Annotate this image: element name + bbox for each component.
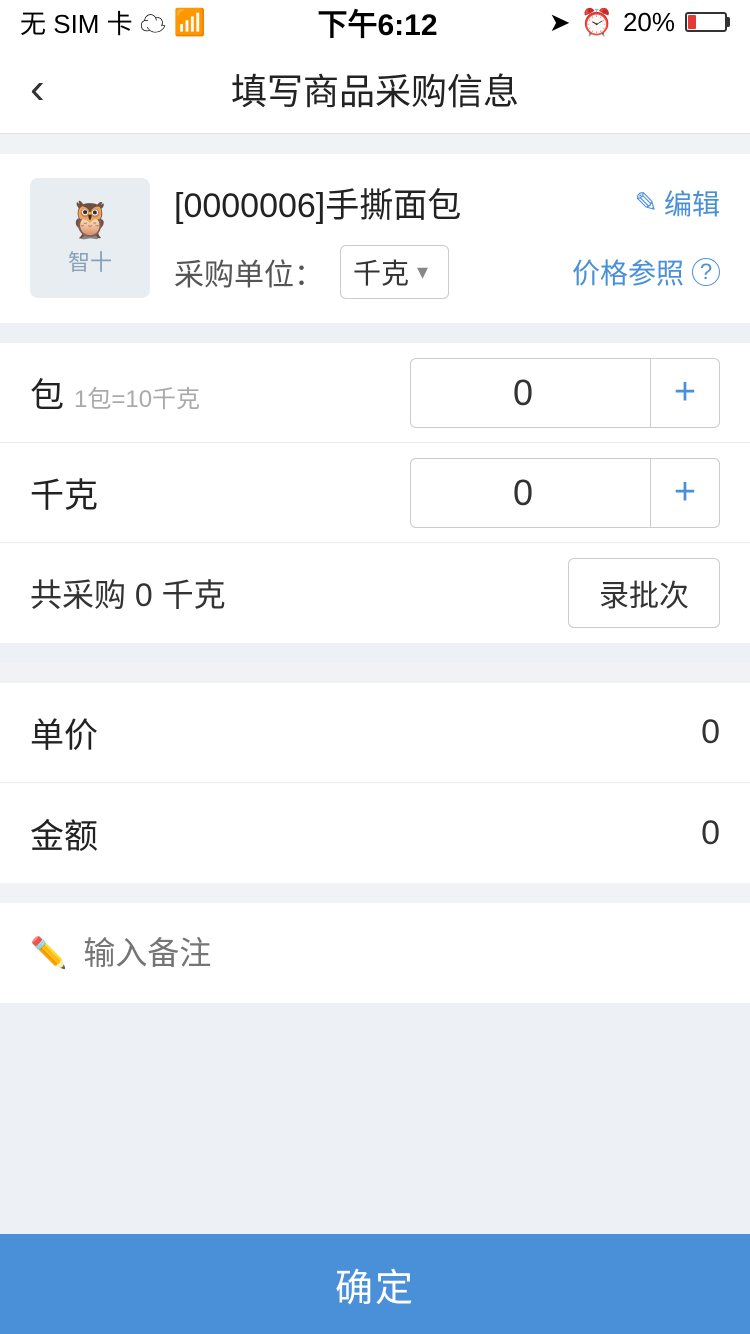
remark-input[interactable] [83,935,720,972]
price-ref-label: 价格参照 [572,252,684,292]
battery-icon [685,12,730,32]
page-title: 填写商品采购信息 [231,63,519,115]
amount-label: 金额 [30,809,98,858]
status-right: ➤ ⏰ 20% [549,7,730,38]
bag-input-right: + [410,358,720,428]
section-divider-2 [0,643,750,663]
unit-price-value: 0 [701,713,720,752]
product-info: [0000006]手撕面包 ✎ 编辑 采购单位： 千克 ▾ 价格参照 ? [174,178,720,299]
kg-quantity-input[interactable] [410,458,650,528]
unit-price-row: 单价 0 [0,683,750,783]
price-ref-button[interactable]: 价格参照 ? [572,252,720,292]
nav-bar: ‹ 填写商品采购信息 [0,44,750,134]
bag-input-row: 包 1包=10千克 + [0,343,750,443]
kg-plus-button[interactable]: + [650,458,720,528]
record-batch-button[interactable]: 录批次 [568,558,720,628]
status-bar: 无 SIM 卡 ☁ 📶 下午6:12 ➤ ⏰ 20% [0,0,750,44]
sim-status: 无 SIM 卡 ☁ [20,4,166,41]
status-left: 无 SIM 卡 ☁ 📶 [20,4,206,41]
edit-label: 编辑 [664,183,720,223]
purchase-unit-label: 采购单位： [174,250,324,294]
confirm-button[interactable]: 确定 [0,1234,750,1334]
bag-label-group: 包 1包=10千克 [30,368,200,417]
edit-icon: ✎ [635,186,658,219]
bag-quantity-input[interactable] [410,358,650,428]
summary-section: 共采购 0 千克 录批次 [0,543,750,643]
kg-label-group: 千克 [30,468,98,517]
back-button[interactable]: ‹ [30,64,65,114]
bag-plus-button[interactable]: + [650,358,720,428]
product-logo-icon: 🦉 [68,199,113,241]
info-icon: ? [692,258,720,286]
kg-input-right: + [410,458,720,528]
section-divider-1 [0,323,750,343]
product-logo-text: 智十 [68,245,112,277]
product-image: 🦉 智十 [30,178,150,298]
input-section: 包 1包=10千克 + 千克 + [0,343,750,543]
unit-price-label: 单价 [30,708,98,757]
chevron-down-icon: ▾ [417,259,428,285]
product-name-row: [0000006]手撕面包 ✎ 编辑 [174,178,720,227]
summary-text: 共采购 0 千克 [30,570,226,616]
purchase-unit-row: 采购单位： 千克 ▾ 价格参照 ? [174,245,720,299]
bag-sublabel: 1包=10千克 [74,379,200,414]
bag-plus-icon: + [674,371,696,414]
kg-plus-icon: + [674,471,696,514]
kg-label: 千克 [30,468,98,517]
alarm-icon: ⏰ [581,7,613,38]
kg-input-row: 千克 + [0,443,750,543]
unit-value: 千克 [353,252,409,292]
summary-row: 共采购 0 千克 录批次 [0,543,750,643]
amount-value: 0 [701,814,720,853]
wifi-icon: 📶 [174,7,206,38]
remark-section: ✏️ [0,903,750,1003]
location-icon: ➤ [549,7,571,38]
edit-button[interactable]: ✎ 编辑 [635,183,720,223]
battery-percent: 20% [623,7,675,38]
product-full-name: [0000006]手撕面包 [174,178,461,227]
amount-row: 金额 0 [0,783,750,883]
pencil-icon: ✏️ [30,936,67,971]
status-time: 下午6:12 [318,0,438,44]
product-card: 🦉 智十 [0000006]手撕面包 ✎ 编辑 采购单位： 千克 ▾ 价格参照 … [0,154,750,323]
price-section: 单价 0 金额 0 [0,683,750,883]
unit-select-dropdown[interactable]: 千克 ▾ [340,245,449,299]
bag-label: 包 [30,368,64,417]
